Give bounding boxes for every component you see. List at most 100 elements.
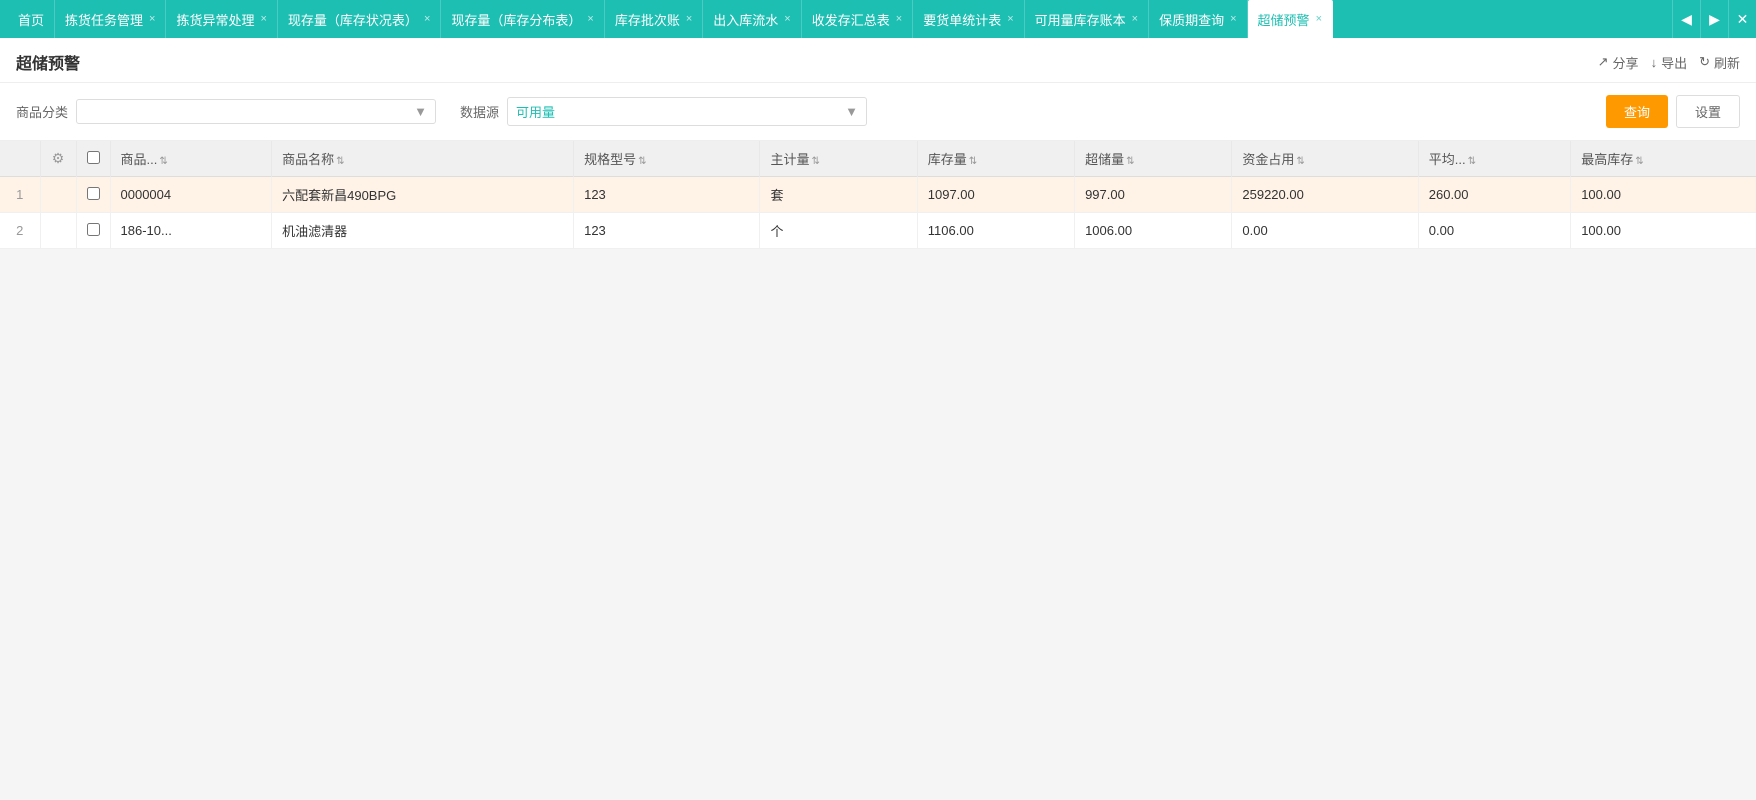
cell-avg-0: 260.00	[1418, 177, 1570, 213]
nav-tab-6[interactable]: 出入库流水×	[703, 0, 801, 38]
export-icon: ↓	[1651, 55, 1658, 70]
data-table: ⚙ 商品...⇅商品名称⇅规格型号⇅主计量⇅库存量⇅超储量⇅资金占用⇅平均...⇅…	[0, 141, 1756, 249]
cell-avg-1: 0.00	[1418, 213, 1570, 249]
cell-stock-0: 1097.00	[917, 177, 1074, 213]
col-header-num	[0, 141, 40, 177]
nav-tab-close-5[interactable]: ×	[686, 13, 692, 25]
category-select[interactable]: ▼	[76, 99, 436, 124]
nav-tab-7[interactable]: 收发存汇总表×	[802, 0, 913, 38]
top-nav: 首页拣货任务管理×拣货异常处理×现存量（库存状况表）×现存量（库存分布表）×库存…	[0, 0, 1756, 38]
cell-overflow-1: 1006.00	[1075, 213, 1232, 249]
share-icon: ↗	[1598, 54, 1609, 70]
select-all-checkbox[interactable]	[87, 151, 100, 164]
page-header: 超储预警 ↗ 分享 ↓ 导出 ↻ 刷新	[0, 38, 1756, 83]
action-buttons: 查询 设置	[1606, 95, 1740, 128]
sort-icon-overflow: ⇅	[1126, 156, 1134, 167]
cell-capital-0: 259220.00	[1232, 177, 1418, 213]
table-row: 2186-10...机油滤清器123个1106.001006.000.000.0…	[0, 213, 1756, 249]
cell-overflow-0: 997.00	[1075, 177, 1232, 213]
category-arrow-icon: ▼	[414, 104, 427, 119]
datasource-filter-group: 数据源 可用量 ▼	[460, 97, 867, 126]
nav-tab-close-7[interactable]: ×	[896, 13, 902, 25]
datasource-value: 可用量	[516, 102, 555, 121]
nav-tab-close-8[interactable]: ×	[1007, 13, 1013, 25]
nav-tab-1[interactable]: 拣货任务管理×	[55, 0, 166, 38]
nav-next-btn[interactable]: ▶	[1700, 0, 1728, 38]
nav-prev-btn[interactable]: ◀	[1672, 0, 1700, 38]
sort-icon-max_stock: ⇅	[1635, 156, 1643, 167]
row-num-0: 1	[0, 177, 40, 213]
sort-icon-unit: ⇅	[811, 156, 819, 167]
refresh-button[interactable]: ↻ 刷新	[1699, 53, 1740, 72]
sort-icon-capital: ⇅	[1296, 156, 1304, 167]
cell-spec-0: 123	[574, 177, 760, 213]
row-checkbox-cell-0	[76, 177, 110, 213]
cell-unit-1: 个	[760, 213, 917, 249]
sort-icon-product_name: ⇅	[336, 156, 344, 167]
nav-tab-0[interactable]: 首页	[8, 0, 55, 38]
export-button[interactable]: ↓ 导出	[1651, 53, 1688, 72]
cell-product_code-1: 186-10...	[110, 213, 272, 249]
col-header-spec[interactable]: 规格型号⇅	[574, 141, 760, 177]
row-checkbox-0[interactable]	[87, 187, 100, 200]
category-filter-group: 商品分类 ▼	[16, 99, 436, 124]
nav-tab-2[interactable]: 拣货异常处理×	[166, 0, 277, 38]
setting-button[interactable]: 设置	[1676, 95, 1740, 128]
nav-tab-10[interactable]: 保质期查询×	[1149, 0, 1247, 38]
nav-arrows: ◀ ▶ ✕	[1672, 0, 1756, 38]
nav-tab-4[interactable]: 现存量（库存分布表）×	[441, 0, 604, 38]
cell-product_name-1: 机油滤清器	[272, 213, 574, 249]
row-checkbox-1[interactable]	[87, 223, 100, 236]
cell-product_name-0: 六配套新昌490BPG	[272, 177, 574, 213]
nav-tab-close-10[interactable]: ×	[1230, 13, 1236, 25]
col-header-checkbox	[76, 141, 110, 177]
nav-tab-8[interactable]: 要货单统计表×	[913, 0, 1024, 38]
cell-stock-1: 1106.00	[917, 213, 1074, 249]
col-header-capital[interactable]: 资金占用⇅	[1232, 141, 1418, 177]
row-num-1: 2	[0, 213, 40, 249]
nav-tab-close-9[interactable]: ×	[1132, 13, 1138, 25]
col-header-product_code[interactable]: 商品...⇅	[110, 141, 272, 177]
cell-product_code-0: 0000004	[110, 177, 272, 213]
datasource-select[interactable]: 可用量 ▼	[507, 97, 867, 126]
nav-tab-close-3[interactable]: ×	[424, 13, 430, 25]
filter-area: 商品分类 ▼ 数据源 可用量 ▼ 查询 设置	[0, 83, 1756, 141]
col-header-max_stock[interactable]: 最高库存⇅	[1571, 141, 1756, 177]
table-row: 10000004六配套新昌490BPG123套1097.00997.002592…	[0, 177, 1756, 213]
nav-tab-close-6[interactable]: ×	[784, 13, 790, 25]
col-header-stock[interactable]: 库存量⇅	[917, 141, 1074, 177]
datasource-arrow-icon: ▼	[845, 104, 858, 119]
nav-tab-close-1[interactable]: ×	[149, 13, 155, 25]
share-button[interactable]: ↗ 分享	[1598, 53, 1639, 72]
nav-tab-close-2[interactable]: ×	[260, 13, 266, 25]
cell-spec-1: 123	[574, 213, 760, 249]
header-actions: ↗ 分享 ↓ 导出 ↻ 刷新	[1598, 53, 1740, 72]
category-label: 商品分类	[16, 102, 68, 121]
sort-icon-avg: ⇅	[1468, 156, 1476, 167]
query-button[interactable]: 查询	[1606, 95, 1668, 128]
page-title: 超储预警	[16, 50, 80, 74]
col-header-overflow[interactable]: 超储量⇅	[1075, 141, 1232, 177]
cell-max_stock-0: 100.00	[1571, 177, 1756, 213]
col-header-avg[interactable]: 平均...⇅	[1418, 141, 1570, 177]
col-header-product_name[interactable]: 商品名称⇅	[272, 141, 574, 177]
nav-tab-9[interactable]: 可用量库存账本×	[1025, 0, 1149, 38]
nav-tab-close-11[interactable]: ×	[1316, 13, 1322, 25]
nav-tab-close-4[interactable]: ×	[587, 13, 593, 25]
row-gear-0	[40, 177, 76, 213]
col-header-gear: ⚙	[40, 141, 76, 177]
nav-tab-3[interactable]: 现存量（库存状况表）×	[278, 0, 441, 38]
row-checkbox-cell-1	[76, 213, 110, 249]
datasource-label: 数据源	[460, 102, 499, 121]
row-gear-1	[40, 213, 76, 249]
gear-settings-icon[interactable]: ⚙	[52, 150, 65, 166]
nav-tab-11[interactable]: 超储预警×	[1248, 0, 1333, 38]
cell-max_stock-1: 100.00	[1571, 213, 1756, 249]
cell-capital-1: 0.00	[1232, 213, 1418, 249]
nav-close-btn[interactable]: ✕	[1728, 0, 1756, 38]
col-header-unit[interactable]: 主计量⇅	[760, 141, 917, 177]
table-container: ⚙ 商品...⇅商品名称⇅规格型号⇅主计量⇅库存量⇅超储量⇅资金占用⇅平均...⇅…	[0, 141, 1756, 249]
nav-tab-5[interactable]: 库存批次账×	[605, 0, 703, 38]
sort-icon-stock: ⇅	[969, 156, 977, 167]
sort-icon-spec: ⇅	[638, 156, 646, 167]
